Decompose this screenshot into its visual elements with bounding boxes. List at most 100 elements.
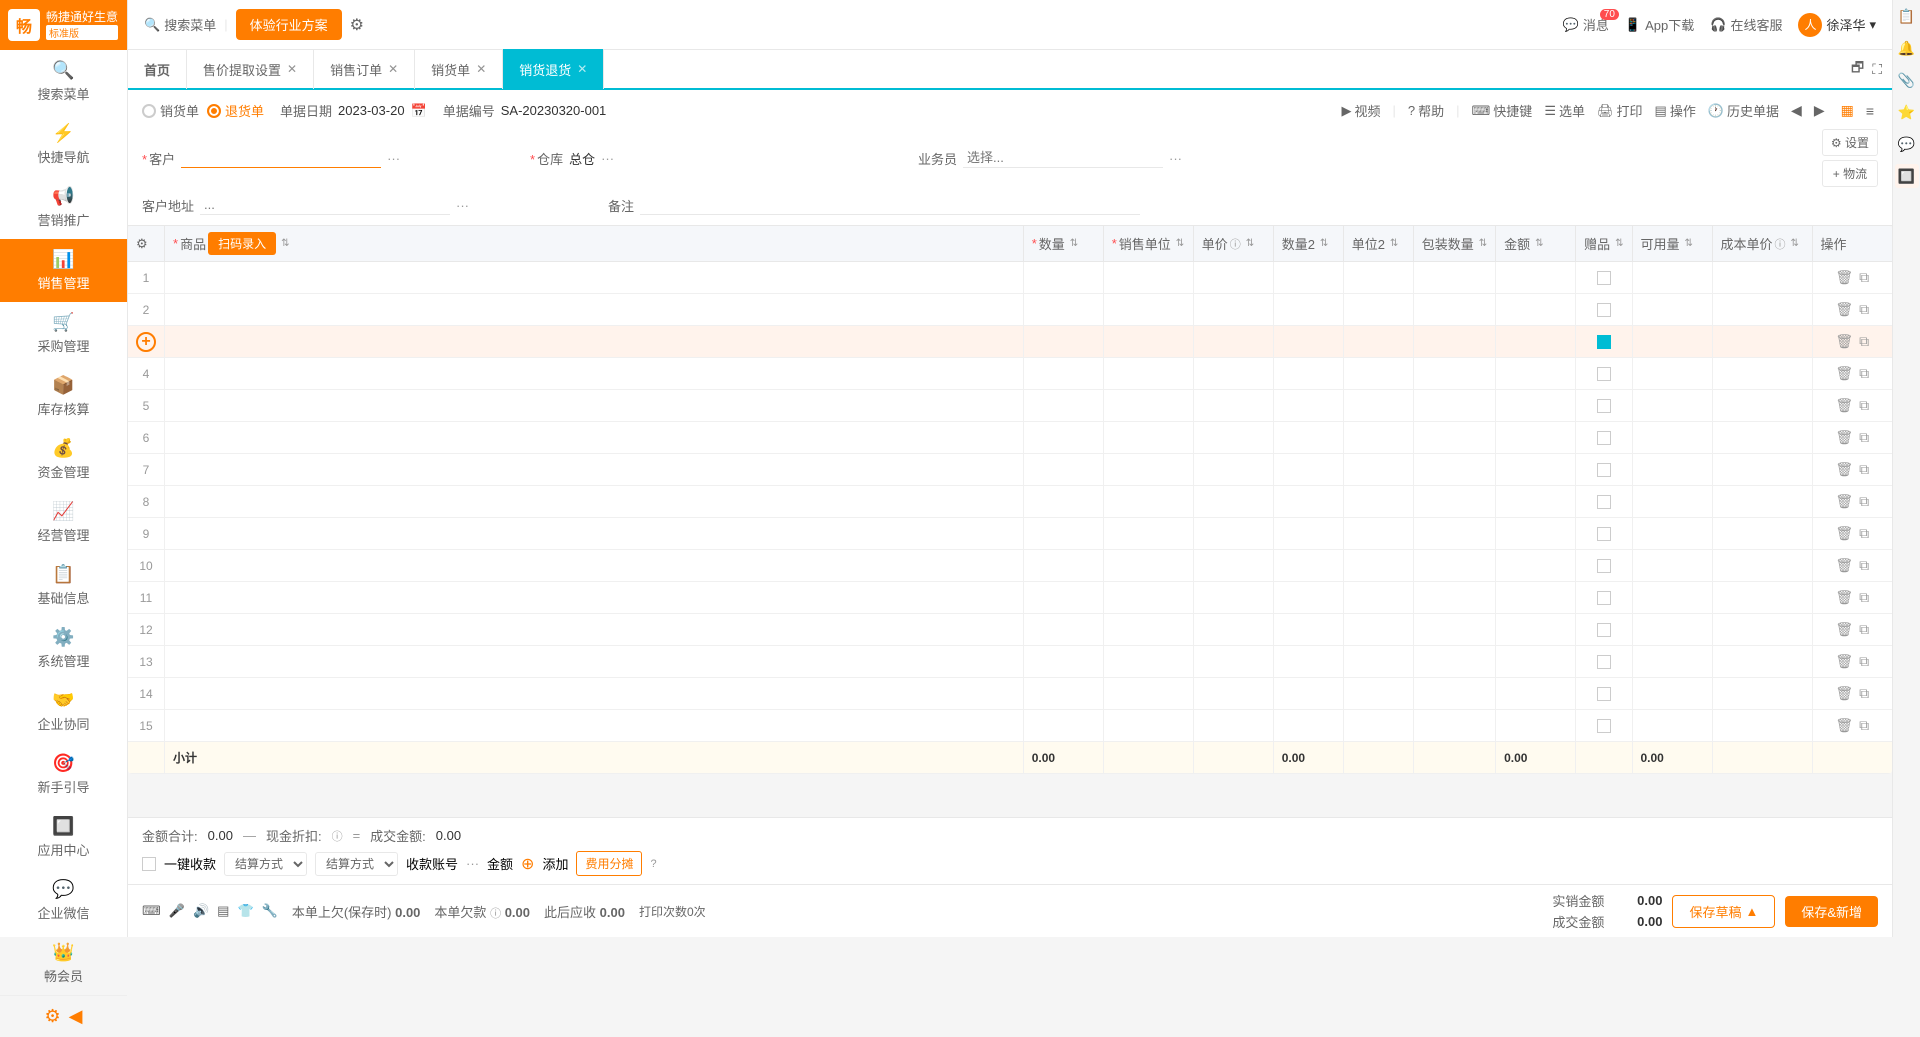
copy-icon[interactable]: ⧉ [1859, 301, 1869, 318]
radio-sale[interactable]: 销货单 [142, 101, 199, 120]
warehouse-dots[interactable]: ··· [601, 151, 614, 166]
one-click-checkbox[interactable] [142, 857, 156, 871]
delete-icon[interactable]: 🗑 [1835, 333, 1853, 350]
nav-prev-icon[interactable]: ◀ [1791, 102, 1802, 119]
tab-sales-return[interactable]: 销货退货 ✕ [503, 49, 604, 89]
copy-icon[interactable]: ⧉ [1859, 333, 1869, 350]
right-panel-icon-1[interactable]: 📋 [1895, 4, 1919, 28]
delete-icon[interactable]: 🗑 [1835, 301, 1853, 318]
print-btn[interactable]: 🖨 打印 [1597, 101, 1643, 120]
delete-icon[interactable]: 🗑 [1835, 429, 1853, 446]
qty-cell[interactable] [1023, 262, 1103, 294]
copy-icon[interactable]: ⧉ [1859, 557, 1869, 574]
collapse-icon[interactable]: ◀ [69, 1006, 83, 1027]
delete-icon[interactable]: 🗑 [1835, 461, 1853, 478]
account-dots[interactable]: ··· [466, 856, 479, 871]
copy-icon[interactable]: ⧉ [1859, 717, 1869, 734]
topbar-settings-icon[interactable]: ⚙ [350, 15, 364, 35]
price-cell[interactable] [1193, 262, 1273, 294]
online-service-button[interactable]: 🎧 在线客服 [1710, 15, 1782, 34]
tab-close-sales-return[interactable]: ✕ [577, 62, 587, 76]
calc-method-select[interactable]: 结算方式 [315, 852, 398, 876]
right-panel-icon-4[interactable]: ⭐ [1895, 100, 1919, 124]
help-btn[interactable]: ? 帮助 [1408, 101, 1444, 120]
sidebar-item-newbie[interactable]: 🎯 新手引导 [0, 743, 127, 806]
gift-checkbox-active[interactable] [1597, 335, 1611, 349]
copy-icon[interactable]: ⧉ [1859, 621, 1869, 638]
sidebar-item-purchase[interactable]: 🛒 采购管理 [0, 302, 127, 365]
delete-icon[interactable]: 🗑 [1835, 589, 1853, 606]
sidebar-item-operations[interactable]: 📈 经营管理 [0, 491, 127, 554]
product-cell[interactable] [165, 262, 1024, 294]
copy-icon[interactable]: ⧉ [1859, 397, 1869, 414]
history-btn[interactable]: 🕐 历史单据 [1708, 101, 1779, 120]
delete-icon[interactable]: 🗑 [1835, 493, 1853, 510]
copy-icon[interactable]: ⧉ [1859, 269, 1869, 286]
scan-button[interactable]: 扫码录入 [208, 232, 276, 255]
tab-close-price-set[interactable]: ✕ [287, 62, 297, 76]
gift-checkbox[interactable] [1597, 303, 1611, 317]
available-sort-icon[interactable]: ⇅ [1685, 238, 1693, 249]
radio-return-btn[interactable] [207, 104, 221, 118]
message-button[interactable]: 💬 消息 70 [1563, 15, 1609, 34]
delete-icon[interactable]: 🗑 [1835, 397, 1853, 414]
customer-dots[interactable]: ··· [387, 151, 400, 166]
amount-sort-icon[interactable]: ⇅ [1535, 238, 1543, 249]
copy-icon[interactable]: ⧉ [1859, 461, 1869, 478]
sidebar-item-appstore[interactable]: 🔲 应用中心 [0, 806, 127, 869]
pkgqty-sort-icon[interactable]: ⇅ [1479, 238, 1487, 249]
user-menu[interactable]: 人 徐泽华 ▾ [1798, 13, 1876, 37]
logistics-button[interactable]: + 物流 [1822, 160, 1878, 187]
gift-checkbox[interactable] [1597, 271, 1611, 285]
copy-icon[interactable]: ⧉ [1859, 589, 1869, 606]
radio-sale-btn[interactable] [142, 104, 156, 118]
cost-cell[interactable] [1712, 262, 1812, 294]
qty2-cell[interactable] [1273, 262, 1343, 294]
delete-icon[interactable]: 🗑 [1835, 621, 1853, 638]
sidebar-item-system[interactable]: ⚙️ 系统管理 [0, 617, 127, 680]
right-panel-icon-3[interactable]: 📎 [1895, 68, 1919, 92]
delete-icon[interactable]: 🗑 [1835, 685, 1853, 702]
copy-icon[interactable]: ⧉ [1859, 429, 1869, 446]
delete-icon[interactable]: 🗑 [1835, 557, 1853, 574]
qty2-sort-icon[interactable]: ⇅ [1320, 238, 1328, 249]
address-input[interactable] [200, 195, 450, 215]
product-input-active[interactable] [173, 334, 1015, 349]
sidebar-item-search[interactable]: 🔍 搜索菜单 [0, 50, 127, 113]
tab-sales-order[interactable]: 销售订单 ✕ [314, 49, 415, 89]
settings-icon[interactable]: ⚙ [45, 1006, 61, 1027]
gift-cell[interactable] [1576, 262, 1632, 294]
available-cell[interactable] [1632, 262, 1712, 294]
salesperson-dots[interactable]: ··· [1169, 151, 1182, 166]
cost-sort-icon[interactable]: ⇅ [1791, 238, 1799, 249]
tab-price-set[interactable]: 售价提取设置 ✕ [187, 49, 314, 89]
calendar-icon[interactable]: 📅 [411, 103, 427, 119]
copy-icon[interactable]: ⧉ [1859, 653, 1869, 670]
video-btn[interactable]: ▶ 视频 [1341, 101, 1380, 120]
delete-icon[interactable]: 🗑 [1835, 269, 1853, 286]
customer-input[interactable] [181, 148, 381, 168]
account-method-select[interactable]: 结算方式 [224, 852, 307, 876]
sale-unit-cell[interactable] [1103, 262, 1193, 294]
tab-close-sales-out[interactable]: ✕ [476, 62, 486, 76]
sidebar-item-enterprise[interactable]: 🤝 企业协同 [0, 680, 127, 743]
unit2-cell[interactable] [1343, 262, 1413, 294]
gift-sort-icon[interactable]: ⇅ [1615, 238, 1623, 249]
address-dots[interactable]: ··· [456, 198, 469, 213]
price-sort-icon[interactable]: ⇅ [1246, 238, 1254, 249]
grid-view-icon[interactable]: ▦ [1837, 100, 1858, 121]
copy-icon[interactable]: ⧉ [1859, 525, 1869, 542]
sidebar-item-basic[interactable]: 📋 基础信息 [0, 554, 127, 617]
fee-split-button[interactable]: 费用分摊 [576, 851, 642, 876]
trial-button[interactable]: 体验行业方案 [236, 9, 342, 40]
tab-close-sales-order[interactable]: ✕ [388, 62, 398, 76]
sidebar-item-marketing[interactable]: 📢 营销推广 [0, 176, 127, 239]
copy-icon[interactable]: ⧉ [1859, 493, 1869, 510]
sidebar-item-finance[interactable]: 💰 资金管理 [0, 428, 127, 491]
sidebar-item-member[interactable]: 👑 畅会员 [0, 932, 127, 995]
delete-icon[interactable]: 🗑 [1835, 365, 1853, 382]
select-btn[interactable]: ☰ 选单 [1544, 101, 1585, 120]
sale-unit-sort-icon[interactable]: ⇅ [1176, 238, 1184, 249]
settings-icon[interactable]: ⚙ [136, 236, 148, 251]
app-download-button[interactable]: 📱 App下载 [1625, 15, 1694, 34]
